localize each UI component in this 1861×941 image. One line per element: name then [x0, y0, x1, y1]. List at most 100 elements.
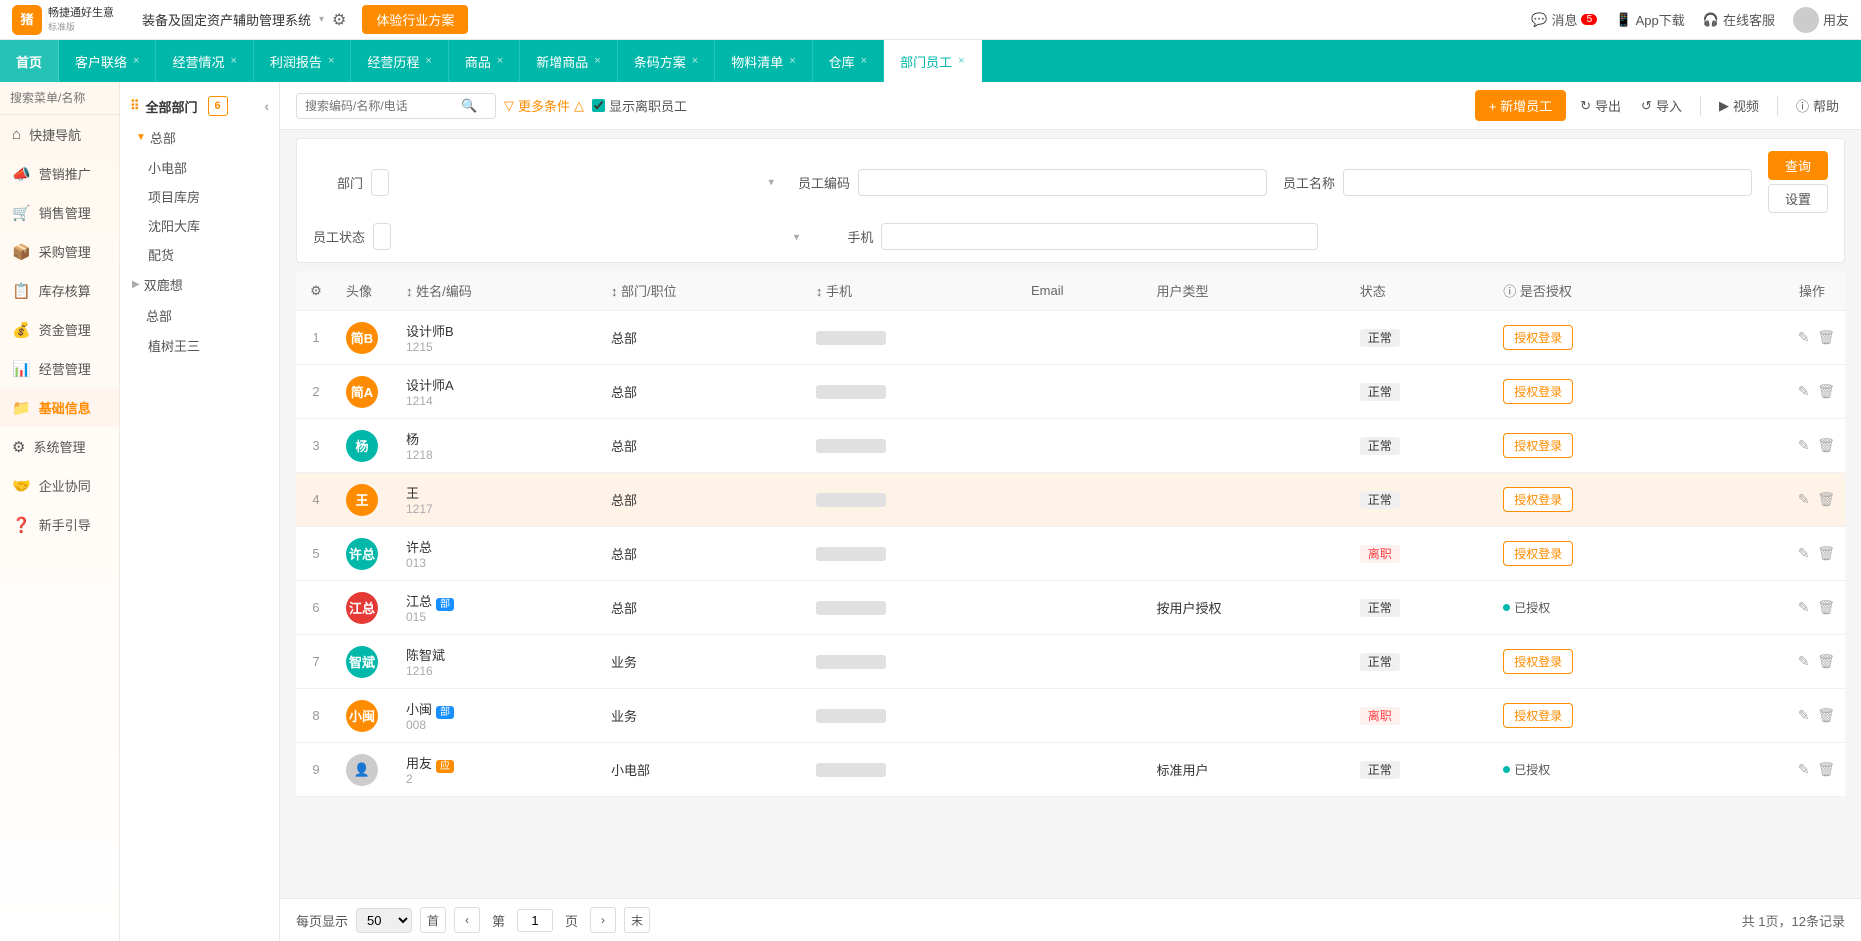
- more-filter-btn[interactable]: ▽ 更多条件 △: [504, 96, 584, 115]
- dept-select[interactable]: [371, 169, 389, 196]
- edit-icon[interactable]: ✎: [1798, 329, 1810, 345]
- sidebar-item-quick-nav[interactable]: ⌂ 快捷导航: [0, 115, 119, 154]
- app-download-btn[interactable]: 📱 App下载: [1615, 10, 1684, 29]
- auth-login-btn[interactable]: 授权登录: [1503, 487, 1573, 512]
- close-icon[interactable]: ×: [594, 55, 600, 67]
- collapse-left-icon[interactable]: ‹: [264, 98, 269, 114]
- query-btn[interactable]: 查询: [1768, 151, 1828, 180]
- close-icon[interactable]: ×: [425, 55, 431, 67]
- dept-sub-node-shenyangdaku[interactable]: 沈阳大库: [120, 211, 279, 240]
- sidebar-item-inventory[interactable]: 📋 库存核算: [0, 271, 119, 310]
- sidebar-item-collab[interactable]: 🤝 企业协同: [0, 466, 119, 505]
- auth-login-btn[interactable]: 授权登录: [1503, 649, 1573, 674]
- sidebar-item-purchase[interactable]: 📦 采购管理: [0, 232, 119, 271]
- dept-node-zongbu2[interactable]: 总部: [120, 300, 279, 331]
- close-icon[interactable]: ×: [861, 55, 867, 67]
- dept-sub-node-xiangmukufang[interactable]: 项目库房: [120, 182, 279, 211]
- delete-icon[interactable]: 🗑: [1817, 437, 1835, 453]
- edit-icon[interactable]: ✎: [1798, 437, 1810, 453]
- dept-node-shuangluxiang[interactable]: ▶ 双鹿想: [120, 269, 279, 300]
- dept-sub-node-zhishuwangsan[interactable]: 植树王三: [120, 331, 279, 360]
- edit-icon[interactable]: ✎: [1798, 545, 1810, 561]
- close-icon[interactable]: ×: [328, 55, 334, 67]
- user-area[interactable]: 用友: [1793, 7, 1849, 33]
- row-user-type: [1147, 311, 1350, 365]
- delete-icon[interactable]: 🗑: [1817, 545, 1835, 561]
- settings-icon[interactable]: ⚙: [332, 10, 346, 30]
- tab-department[interactable]: 部门员工 ×: [884, 40, 981, 82]
- sidebar-item-operation[interactable]: 📊 经营管理: [0, 349, 119, 388]
- tab-goods[interactable]: 商品 ×: [449, 40, 520, 82]
- export-btn[interactable]: ↻ 导出: [1574, 92, 1627, 119]
- edit-icon[interactable]: ✎: [1798, 599, 1810, 615]
- sidebar-item-basic[interactable]: 📁 基础信息: [0, 388, 119, 427]
- employee-code: 1218: [406, 448, 591, 462]
- close-icon[interactable]: ×: [133, 55, 139, 67]
- dept-sub-node-xiaodibu[interactable]: 小电部: [120, 153, 279, 182]
- show-resigned-checkbox[interactable]: 显示离职员工: [592, 96, 687, 115]
- sidebar-item-marketing[interactable]: 📣 营销推广: [0, 154, 119, 193]
- status-badge: 正常: [1360, 383, 1400, 401]
- delete-icon[interactable]: 🗑: [1817, 707, 1835, 723]
- first-page-btn[interactable]: 首: [420, 907, 446, 933]
- sidebar-item-sales[interactable]: 🛒 销售管理: [0, 193, 119, 232]
- reset-btn[interactable]: 设置: [1768, 184, 1828, 213]
- emp-code-input[interactable]: [858, 169, 1267, 196]
- phone-input[interactable]: [881, 223, 1317, 250]
- next-page-btn[interactable]: ›: [590, 907, 616, 933]
- page-input[interactable]: [517, 909, 553, 932]
- tab-profit[interactable]: 利润报告 ×: [254, 40, 351, 82]
- tab-new-goods[interactable]: 新增商品 ×: [520, 40, 617, 82]
- col-settings[interactable]: ⚙: [296, 271, 336, 311]
- message-btn[interactable]: 💬 消息 5: [1531, 10, 1597, 29]
- edit-icon[interactable]: ✎: [1798, 383, 1810, 399]
- view-btn[interactable]: ▶ 视频: [1713, 92, 1765, 119]
- tab-home[interactable]: 首页: [0, 40, 59, 82]
- online-service-btn[interactable]: 🎧 在线客服: [1703, 10, 1775, 29]
- close-icon[interactable]: ×: [692, 55, 698, 67]
- edit-icon[interactable]: ✎: [1798, 491, 1810, 507]
- help-btn[interactable]: ⓘ 帮助: [1790, 92, 1845, 119]
- tab-operation[interactable]: 经营情况 ×: [156, 40, 253, 82]
- sidebar-search-input[interactable]: [10, 91, 120, 105]
- status-select[interactable]: [373, 223, 391, 250]
- tab-journey[interactable]: 经营历程 ×: [351, 40, 448, 82]
- close-icon[interactable]: ×: [958, 55, 964, 67]
- delete-icon[interactable]: 🗑: [1817, 491, 1835, 507]
- close-icon[interactable]: ×: [497, 55, 503, 67]
- trial-btn[interactable]: 体验行业方案: [362, 5, 468, 34]
- resigned-checkbox-input[interactable]: [592, 99, 605, 112]
- close-icon[interactable]: ×: [789, 55, 795, 67]
- auth-login-btn[interactable]: 授权登录: [1503, 325, 1573, 350]
- last-page-btn[interactable]: 末: [624, 907, 650, 933]
- tab-warehouse[interactable]: 仓库 ×: [813, 40, 884, 82]
- auth-login-btn[interactable]: 授权登录: [1503, 703, 1573, 728]
- tab-bom[interactable]: 物料清单 ×: [715, 40, 812, 82]
- close-icon[interactable]: ×: [230, 55, 236, 67]
- dept-node-zongbu[interactable]: ▼ 总部: [120, 122, 279, 153]
- delete-icon[interactable]: 🗑: [1817, 599, 1835, 615]
- edit-icon[interactable]: ✎: [1798, 653, 1810, 669]
- edit-icon[interactable]: ✎: [1798, 707, 1810, 723]
- prev-page-btn[interactable]: ‹: [454, 907, 480, 933]
- dept-sub-node-peihuo[interactable]: 配货: [120, 240, 279, 269]
- tab-barcode[interactable]: 条码方案 ×: [618, 40, 715, 82]
- sidebar-item-finance[interactable]: 💰 资金管理: [0, 310, 119, 349]
- tab-customer[interactable]: 客户联络 ×: [59, 40, 156, 82]
- emp-name-input[interactable]: [1343, 169, 1752, 196]
- per-page-select[interactable]: 50 100: [356, 908, 412, 933]
- sidebar-item-system[interactable]: ⚙ 系统管理: [0, 427, 119, 466]
- delete-icon[interactable]: 🗑: [1817, 761, 1835, 777]
- dept-count-badge[interactable]: 6: [208, 96, 228, 116]
- add-employee-btn[interactable]: + 新增员工: [1475, 90, 1566, 121]
- delete-icon[interactable]: 🗑: [1817, 329, 1835, 345]
- delete-icon[interactable]: 🗑: [1817, 653, 1835, 669]
- auth-login-btn[interactable]: 授权登录: [1503, 379, 1573, 404]
- import-btn[interactable]: ↺ 导入: [1635, 92, 1688, 119]
- sidebar-item-guide[interactable]: ❓ 新手引导: [0, 505, 119, 544]
- edit-icon[interactable]: ✎: [1798, 761, 1810, 777]
- auth-login-btn[interactable]: 授权登录: [1503, 433, 1573, 458]
- delete-icon[interactable]: 🗑: [1817, 383, 1835, 399]
- auth-login-btn[interactable]: 授权登录: [1503, 541, 1573, 566]
- search-input[interactable]: [305, 99, 455, 113]
